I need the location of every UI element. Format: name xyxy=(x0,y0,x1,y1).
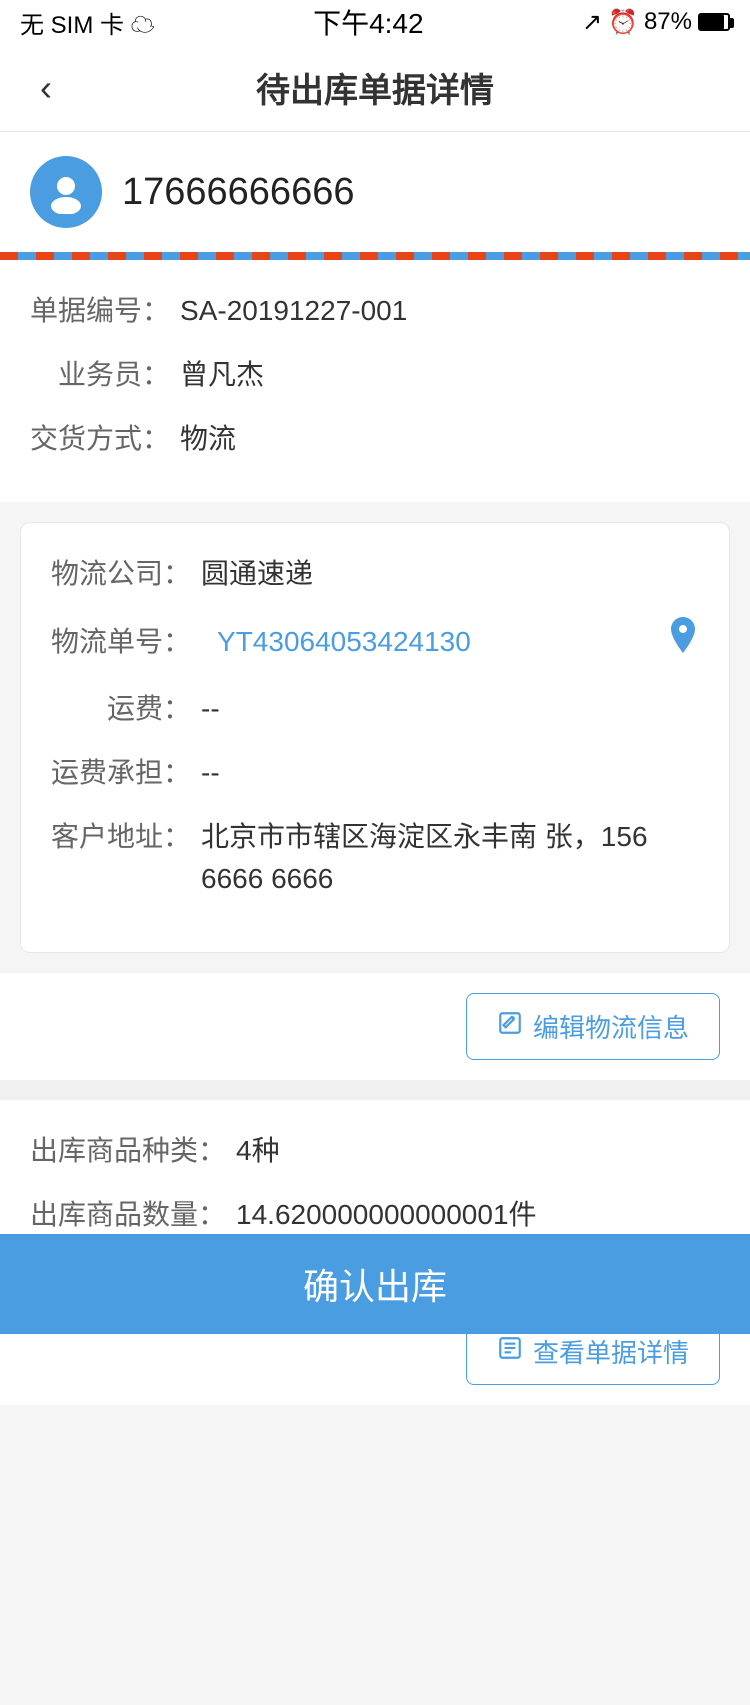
tracking-no-row: 物流单号： YT43064053424130 xyxy=(51,617,699,666)
section-separator xyxy=(0,1080,750,1100)
logistics-company-label: 物流公司： xyxy=(51,553,191,595)
status-right: ↗ ⏰ 87% xyxy=(582,8,730,37)
logistics-company-row: 物流公司： 圆通速递 xyxy=(51,553,699,595)
tracking-no-label: 物流单号： xyxy=(51,621,191,663)
delivery-method-row: 交货方式： 物流 xyxy=(30,418,720,460)
nav-bar: ‹ 待出库单据详情 xyxy=(0,44,750,132)
edit-icon xyxy=(497,1010,523,1043)
freight-bearer-label: 运费承担： xyxy=(51,752,191,794)
freight-label: 运费： xyxy=(51,688,191,730)
logistics-section: 物流公司： 圆通速递 物流单号： YT43064053424130 运费： --… xyxy=(20,522,730,953)
freight-bearer-value: -- xyxy=(201,752,699,794)
detail-icon xyxy=(497,1335,523,1368)
order-no-value: SA-20191227-001 xyxy=(180,290,720,332)
sales-person-value: 曾凡杰 xyxy=(180,354,720,396)
freight-value: -- xyxy=(201,688,699,730)
tracking-no-value: YT43064053424130 xyxy=(217,621,651,663)
back-button[interactable]: ‹ xyxy=(30,57,62,119)
basic-info-section: 单据编号： SA-20191227-001 业务员： 曾凡杰 交货方式： 物流 xyxy=(0,260,750,502)
battery-level: 87% xyxy=(644,8,692,36)
address-label: 客户地址： xyxy=(51,816,191,858)
customer-phone: 17666666666 xyxy=(122,171,354,214)
goods-quantity-row: 出库商品数量： 14.620000000000001件 xyxy=(30,1194,720,1236)
logistics-company-value: 圆通速递 xyxy=(201,553,699,595)
freight-row: 运费： -- xyxy=(51,688,699,730)
bottom-area xyxy=(0,1405,750,1605)
edit-logistics-button[interactable]: 编辑物流信息 xyxy=(466,993,720,1060)
order-no-row: 单据编号： SA-20191227-001 xyxy=(30,290,720,332)
person-icon xyxy=(44,170,88,214)
alarm-icon: ⏰ xyxy=(608,8,638,37)
edit-btn-row: 编辑物流信息 xyxy=(0,973,750,1080)
status-left: 无 SIM 卡 ☁ xyxy=(20,5,155,40)
freight-bearer-row: 运费承担： -- xyxy=(51,752,699,794)
customer-header: 17666666666 xyxy=(0,132,750,252)
edit-logistics-label: 编辑物流信息 xyxy=(533,1008,689,1045)
order-no-label: 单据编号： xyxy=(30,290,170,332)
address-value: 北京市市辖区海淀区永丰南 张，156 6666 6666 xyxy=(201,816,699,900)
sales-person-row: 业务员： 曾凡杰 xyxy=(30,354,720,396)
goods-quantity-value: 14.620000000000001件 xyxy=(236,1194,720,1236)
battery-icon xyxy=(698,13,730,31)
goods-type-label: 出库商品种类： xyxy=(30,1130,226,1172)
sales-person-label: 业务员： xyxy=(30,354,170,396)
page-title: 待出库单据详情 xyxy=(256,63,494,112)
goods-type-value: 4种 xyxy=(236,1130,720,1172)
dashed-divider xyxy=(0,252,750,260)
sim-status: 无 SIM 卡 ☁ xyxy=(20,5,155,40)
avatar xyxy=(30,156,102,228)
goods-type-row: 出库商品种类： 4种 xyxy=(30,1130,720,1172)
location-icon[interactable] xyxy=(667,617,699,666)
confirm-button[interactable]: 确认出库 xyxy=(0,1234,750,1334)
view-detail-label: 查看单据详情 xyxy=(533,1333,689,1370)
address-row: 客户地址： 北京市市辖区海淀区永丰南 张，156 6666 6666 xyxy=(51,816,699,900)
status-bar: 无 SIM 卡 ☁ 下午4:42 ↗ ⏰ 87% xyxy=(0,0,750,44)
status-time: 下午4:42 xyxy=(313,2,424,42)
delivery-method-value: 物流 xyxy=(180,418,720,460)
goods-quantity-label: 出库商品数量： xyxy=(30,1194,226,1236)
confirm-button-label: 确认出库 xyxy=(303,1258,447,1310)
delivery-method-label: 交货方式： xyxy=(30,418,170,460)
location-status-icon: ↗ xyxy=(582,8,602,37)
